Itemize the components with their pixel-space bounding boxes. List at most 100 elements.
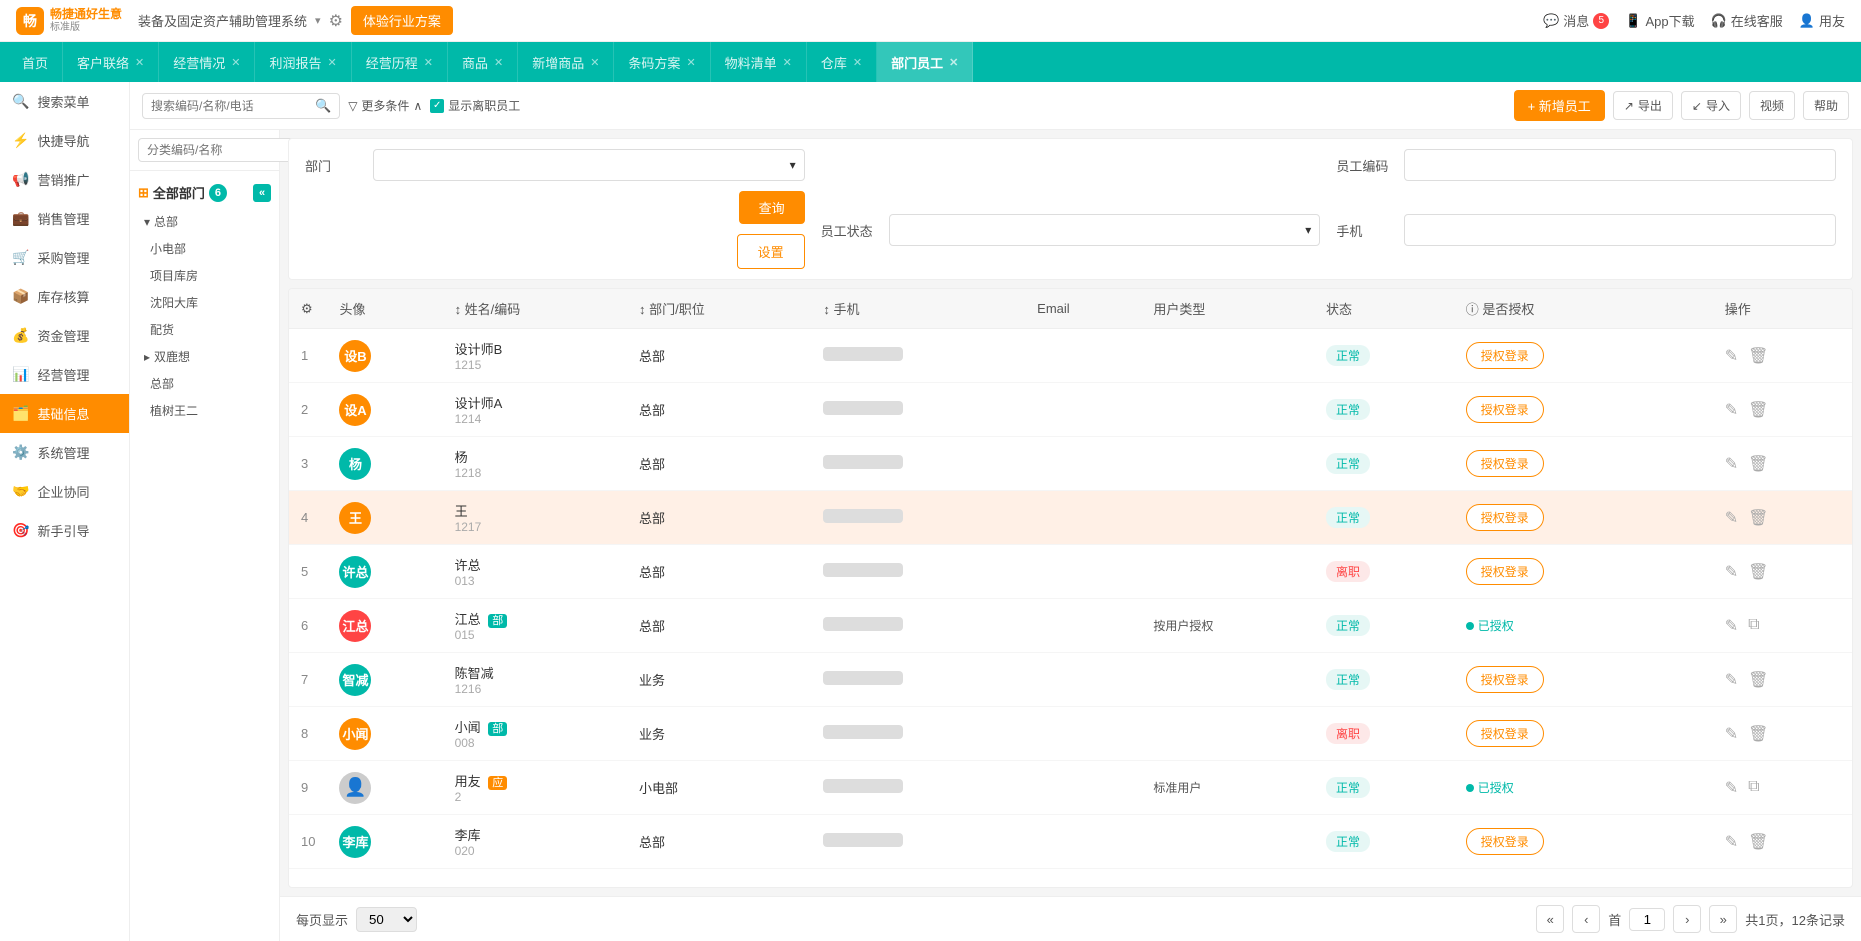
trial-button[interactable]: 体验行业方案 (351, 6, 453, 35)
edit-icon[interactable]: ✎ (1725, 616, 1738, 636)
search-box[interactable]: 🔍 (142, 93, 340, 119)
sidebar-item-purchase[interactable]: 🛒 采购管理 (0, 238, 129, 277)
next-page-button[interactable]: › (1673, 905, 1701, 933)
tab-dept-employee[interactable]: 部门员工 ✕ (877, 42, 973, 82)
sidebar-item-marketing[interactable]: 📢 营销推广 (0, 160, 129, 199)
dept-node-zongbu[interactable]: ▾ 总部 (130, 208, 279, 235)
show-resigned-toggle[interactable]: ✓ 显示离职员工 (430, 97, 520, 114)
message-btn[interactable]: 💬 消息 5 (1543, 11, 1609, 30)
sidebar-item-sales[interactable]: 💼 销售管理 (0, 199, 129, 238)
close-icon[interactable]: ✕ (949, 56, 958, 69)
filter-status-select[interactable]: ▾ (889, 214, 1321, 246)
dept-node-xiaodian[interactable]: 小电部 (130, 235, 279, 262)
tab-history[interactable]: 经营历程 ✕ (352, 42, 448, 82)
view-button[interactable]: 视频 (1749, 91, 1795, 120)
sidebar-item-search[interactable]: 🔍 搜索菜单 (0, 82, 129, 121)
auth-btn[interactable]: 授权登录 (1466, 396, 1544, 423)
close-icon[interactable]: ✕ (424, 56, 433, 69)
edit-icon[interactable]: ✎ (1725, 670, 1738, 690)
auth-btn[interactable]: 授权登录 (1466, 720, 1544, 747)
tab-goods[interactable]: 商品 ✕ (448, 42, 518, 82)
filter-empcode-input[interactable] (1404, 149, 1836, 181)
col-settings[interactable]: ⚙ (289, 289, 327, 329)
all-dept-header[interactable]: ⊞ 全部部门 6 « (130, 177, 279, 208)
auth-btn[interactable]: 授权登录 (1466, 666, 1544, 693)
delete-icon[interactable]: 🗑 (1748, 724, 1768, 744)
more-filter-btn[interactable]: ▽ 更多条件 ∧ (348, 97, 422, 114)
sidebar-item-basic-info[interactable]: 🗂️ 基础信息 (0, 394, 129, 433)
edit-icon[interactable]: ✎ (1725, 724, 1738, 744)
sidebar-item-inventory[interactable]: 📦 库存核算 (0, 277, 129, 316)
tab-customer[interactable]: 客户联络 ✕ (63, 42, 159, 82)
tab-barcode[interactable]: 条码方案 ✕ (614, 42, 710, 82)
first-page-button[interactable]: « (1536, 905, 1564, 933)
delete-icon[interactable]: 🗑 (1748, 562, 1768, 582)
copy-icon[interactable]: ⧉ (1748, 616, 1759, 636)
app-download-btn[interactable]: 📱 App下载 (1625, 11, 1694, 30)
delete-icon[interactable]: 🗑 (1748, 508, 1768, 528)
col-dept[interactable]: ↕ 部门/职位 (627, 289, 811, 329)
close-icon[interactable]: ✕ (231, 56, 240, 69)
delete-icon[interactable]: 🗑 (1748, 832, 1768, 852)
dept-node-delivery[interactable]: 配货 (130, 316, 279, 343)
sidebar-item-collab[interactable]: 🤝 企业协同 (0, 472, 129, 511)
delete-icon[interactable]: 🗑 (1748, 346, 1768, 366)
close-icon[interactable]: ✕ (853, 56, 862, 69)
dept-node-zongbu2[interactable]: 总部 (130, 370, 279, 397)
auth-btn[interactable]: 授权登录 (1466, 558, 1544, 585)
page-size-select[interactable]: 50 20 100 (356, 907, 417, 932)
close-icon[interactable]: ✕ (135, 56, 144, 69)
tab-home[interactable]: 首页 (8, 42, 63, 82)
gear-icon[interactable]: ⚙ (329, 11, 343, 31)
dept-node-project[interactable]: 项目库房 (130, 262, 279, 289)
edit-icon[interactable]: ✎ (1725, 346, 1738, 366)
export-button[interactable]: ↗ 导出 (1613, 91, 1673, 120)
edit-icon[interactable]: ✎ (1725, 778, 1738, 798)
edit-icon[interactable]: ✎ (1725, 454, 1738, 474)
sidebar-item-system[interactable]: ⚙️ 系统管理 (0, 433, 129, 472)
close-icon[interactable]: ✕ (686, 56, 695, 69)
dept-node-shenyang[interactable]: 沈阳大库 (130, 289, 279, 316)
edit-icon[interactable]: ✎ (1725, 400, 1738, 420)
tab-bom[interactable]: 物料清单 ✕ (711, 42, 807, 82)
edit-icon[interactable]: ✎ (1725, 832, 1738, 852)
import-button[interactable]: ↙ 导入 (1681, 91, 1741, 120)
close-icon[interactable]: ✕ (783, 56, 792, 69)
sidebar-item-nav[interactable]: ⚡ 快捷导航 (0, 121, 129, 160)
set-button[interactable]: 设置 (737, 234, 805, 269)
close-icon[interactable]: ✕ (590, 56, 599, 69)
help-button[interactable]: 帮助 (1803, 91, 1849, 120)
sidebar-item-finance[interactable]: 💰 资金管理 (0, 316, 129, 355)
page-number-input[interactable] (1629, 908, 1665, 931)
filter-phone-input[interactable] (1404, 214, 1836, 246)
tab-operation[interactable]: 经营情况 ✕ (159, 42, 255, 82)
auth-btn[interactable]: 授权登录 (1466, 828, 1544, 855)
collapse-button[interactable]: « (253, 184, 271, 202)
prev-page-button[interactable]: ‹ (1572, 905, 1600, 933)
col-name[interactable]: ↕ 姓名/编码 (443, 289, 627, 329)
delete-icon[interactable]: 🗑 (1748, 400, 1768, 420)
edit-icon[interactable]: ✎ (1725, 508, 1738, 528)
close-icon[interactable]: ✕ (328, 56, 337, 69)
sidebar-item-guide[interactable]: 🎯 新手引导 (0, 511, 129, 550)
sidebar-item-operation[interactable]: 📊 经营管理 (0, 355, 129, 394)
delete-icon[interactable]: 🗑 (1748, 454, 1768, 474)
edit-icon[interactable]: ✎ (1725, 562, 1738, 582)
dept-node-shuanglu[interactable]: ▸ 双鹿想 (130, 343, 279, 370)
last-page-button[interactable]: » (1709, 905, 1737, 933)
filter-dept-select[interactable]: ▾ (373, 149, 805, 181)
online-service-btn[interactable]: 🎧 在线客服 (1711, 11, 1783, 30)
system-title-dropdown-icon[interactable]: ▾ (315, 14, 321, 27)
tab-profit[interactable]: 利润报告 ✕ (255, 42, 351, 82)
copy-icon[interactable]: ⧉ (1748, 778, 1759, 798)
auth-btn[interactable]: 授权登录 (1466, 504, 1544, 531)
close-icon[interactable]: ✕ (494, 56, 503, 69)
tab-add-goods[interactable]: 新增商品 ✕ (518, 42, 614, 82)
tab-warehouse[interactable]: 仓库 ✕ (807, 42, 877, 82)
query-button[interactable]: 查询 (739, 191, 805, 224)
search-input[interactable] (151, 99, 311, 113)
dept-node-zhishu[interactable]: 植树王二 (130, 397, 279, 424)
auth-btn[interactable]: 授权登录 (1466, 342, 1544, 369)
add-employee-button[interactable]: + 新增员工 (1514, 90, 1605, 121)
col-phone[interactable]: ↕ 手机 (811, 289, 1025, 329)
